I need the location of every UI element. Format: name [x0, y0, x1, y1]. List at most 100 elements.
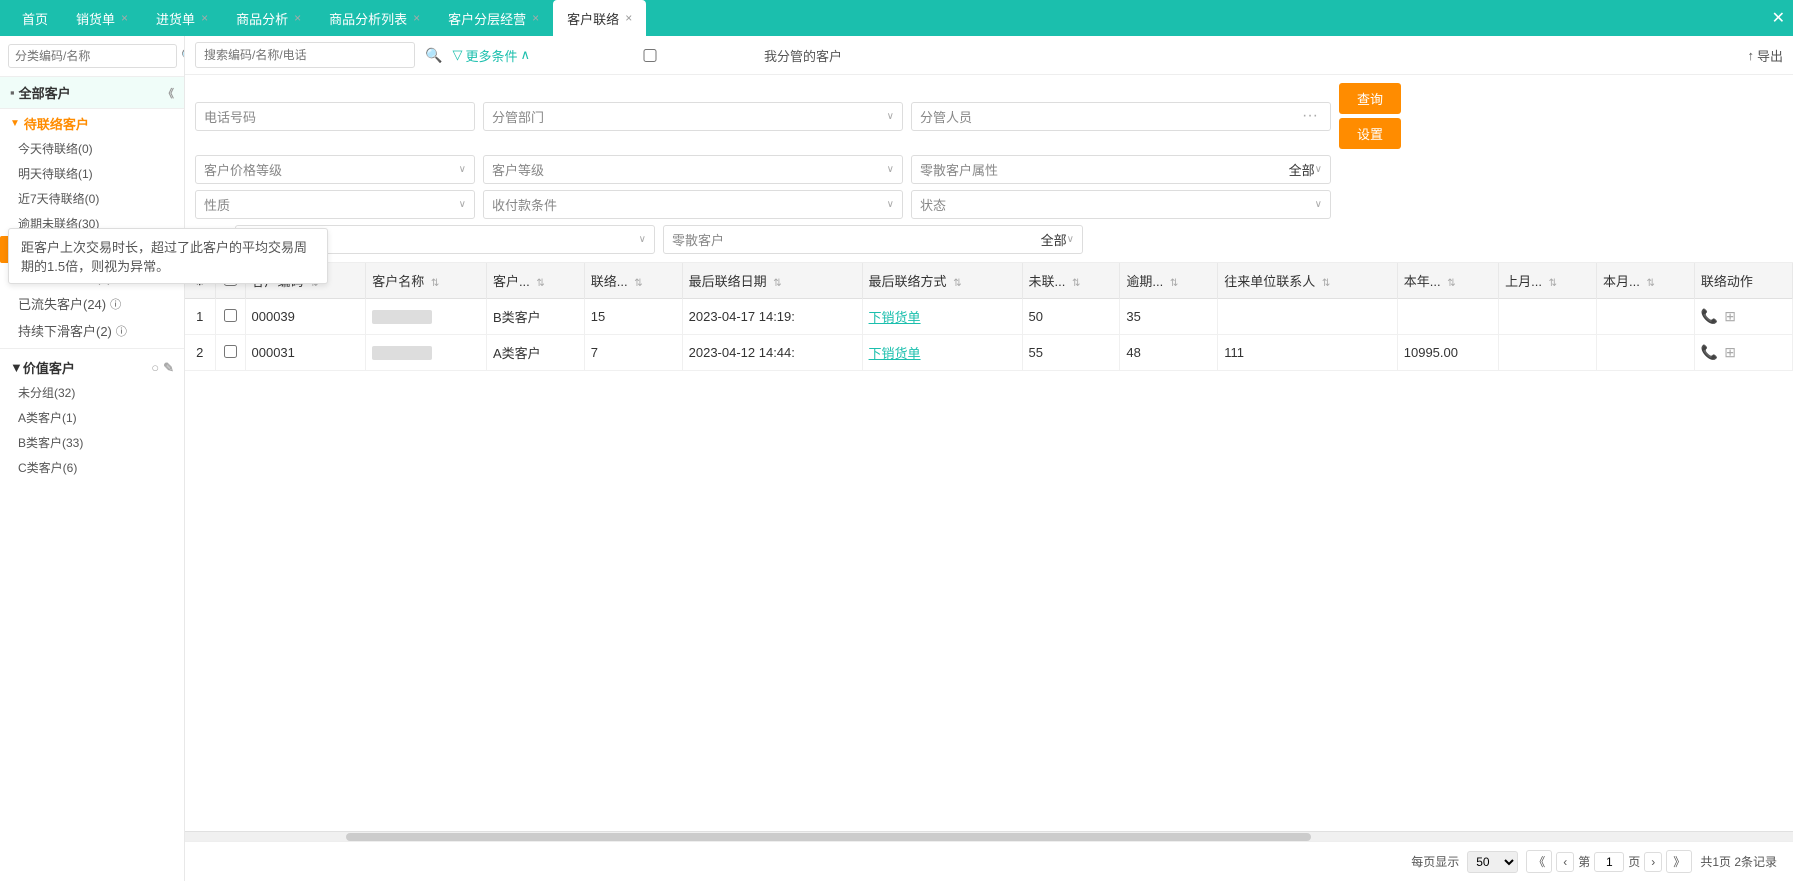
sort-contact-icon[interactable]: ⇅ [634, 278, 642, 289]
nav-home[interactable]: 首页 [8, 0, 62, 36]
my-customers-check[interactable]: 我分管的客户 [540, 46, 842, 65]
action-icons-2: 📞 ⊞ [1701, 344, 1786, 361]
th-name-label: 客户名称 [372, 274, 424, 289]
nav-customer-contact[interactable]: 客户联络 × [553, 0, 646, 36]
dept-field[interactable]: 分管部门 ∨ [483, 102, 903, 131]
sidebar-item-lost[interactable]: 已流失客户(24) ⓘ [0, 290, 184, 317]
phone-action-icon-2[interactable]: 📞 [1701, 344, 1718, 361]
prev-page-btn[interactable]: ‹ [1556, 852, 1574, 872]
sidebar-divider [0, 348, 184, 349]
retail-attr-value: 全部 [1289, 160, 1315, 179]
row-checkbox-2[interactable] [224, 345, 237, 358]
nav-sales[interactable]: 销货单 × [62, 0, 142, 36]
td-num-1: 1 [185, 299, 215, 335]
nav-sales-close[interactable]: × [121, 11, 128, 25]
retail-customer-value: 全部 [1041, 230, 1067, 249]
th-last-contact-method-label: 最后联络方式 [869, 274, 947, 289]
row-checkbox-1[interactable] [224, 309, 237, 322]
person-field[interactable]: 分管人员 ··· [911, 102, 1331, 131]
sort-related-icon[interactable]: ⇅ [1322, 278, 1330, 289]
nav-analysis-close[interactable]: × [294, 11, 301, 25]
sidebar-item-7days[interactable]: 近7天待联络(0) [0, 186, 184, 211]
sidebar-item-declining[interactable]: 持续下滑客户(2) ⓘ [0, 317, 184, 344]
settings-button[interactable]: 设置 [1339, 118, 1401, 149]
gender-field[interactable]: 性质 ∨ [195, 190, 475, 219]
sort-type-icon[interactable]: ⇅ [536, 278, 544, 289]
page-number-input[interactable] [1594, 852, 1624, 872]
gender-arrow: ∨ [459, 199, 466, 210]
filter-search-icon[interactable]: 🔍 [425, 47, 442, 64]
sort-overdue-icon[interactable]: ⇅ [1170, 278, 1178, 289]
retail-attr-field[interactable]: 零散客户属性 全部 ∨ [911, 155, 1331, 184]
td-code-1: 000039 [245, 299, 366, 335]
price-grade-field[interactable]: 客户价格等级 ∨ [195, 155, 475, 184]
td-method-2[interactable]: 下销货单 [862, 335, 1022, 371]
sort-uncontacted-icon[interactable]: ⇅ [1072, 278, 1080, 289]
retail-attr-label: 零散客户属性 [920, 160, 1285, 179]
nav-customer-tier[interactable]: 客户分层经营 × [434, 0, 553, 36]
retail-customer-field[interactable]: 零散客户 全部 ∨ [663, 225, 1083, 254]
sidebar-collapse-icon[interactable]: 《 [163, 85, 174, 101]
sidebar-item-today[interactable]: 今天待联络(0) [0, 136, 184, 161]
query-button[interactable]: 查询 [1339, 83, 1401, 114]
sort-year-icon[interactable]: ⇅ [1447, 278, 1455, 289]
table-scroll-bar[interactable] [185, 831, 1793, 841]
grid-action-icon-2[interactable]: ⊞ [1724, 344, 1736, 361]
adv-row-3: 性质 ∨ 收付款条件 ∨ 状态 ∨ [195, 190, 1783, 219]
more-conditions-label: 更多条件 [465, 46, 517, 65]
my-customers-checkbox[interactable] [540, 49, 760, 62]
nav-analysis[interactable]: 商品分析 × [222, 0, 315, 36]
td-method-1[interactable]: 下销货单 [862, 299, 1022, 335]
td-check-2[interactable] [215, 335, 245, 371]
nav-purchase[interactable]: 进货单 × [142, 0, 222, 36]
sidebar-item-c-class[interactable]: C类客户(6) [0, 455, 184, 480]
nav-analysis-list[interactable]: 商品分析列表 × [315, 0, 434, 36]
last-page-btn[interactable]: 》 [1666, 850, 1692, 873]
sort-lmonth-icon[interactable]: ⇅ [1549, 278, 1557, 289]
per-page-label: 每页显示 [1411, 853, 1459, 870]
sidebar-item-b-class[interactable]: B类客户(33) [0, 430, 184, 455]
export-button[interactable]: ↑ 导出 [1747, 46, 1783, 65]
per-page-select[interactable]: 50 100 [1467, 851, 1518, 873]
masked-name-2 [372, 346, 432, 360]
search-input[interactable] [195, 42, 415, 68]
sidebar-search-input[interactable] [8, 44, 177, 68]
nav-customer-tier-close[interactable]: × [532, 11, 539, 25]
phone-field[interactable]: 电话号码 [195, 102, 475, 131]
sidebar-item-ungrouped[interactable]: 未分组(32) [0, 380, 184, 405]
sidebar-pending-group-label: ▼ 待联络客户 [0, 109, 184, 136]
customer-grade-arrow: ∨ [887, 164, 894, 175]
value-settings-icon[interactable]: ✎ [163, 360, 174, 376]
status-field[interactable]: 状态 ∨ [911, 190, 1331, 219]
btn-group-right: 查询 设置 [1339, 83, 1401, 149]
sort-date-icon[interactable]: ⇅ [773, 278, 781, 289]
method-link-2[interactable]: 下销货单 [869, 346, 921, 361]
method-link-1[interactable]: 下销货单 [869, 310, 921, 325]
nav-purchase-close[interactable]: × [201, 11, 208, 25]
td-name-1 [366, 299, 487, 335]
window-close-button[interactable]: ✕ [1772, 8, 1785, 28]
table-header-row: ⚙ 客户编码 ⇅ 客户名称 ⇅ [185, 263, 1793, 299]
th-customer-type-label: 客户... [493, 274, 530, 289]
value-edit-icon[interactable]: ○ [151, 360, 159, 376]
payment-field[interactable]: 收付款条件 ∨ [483, 190, 903, 219]
content-area: 🔍 ▽ 更多条件 ∧ 我分管的客户 ↑ 导出 电话号码 [185, 36, 1793, 881]
next-page-btn[interactable]: › [1644, 852, 1662, 872]
sidebar-item-tomorrow[interactable]: 明天待联络(1) [0, 161, 184, 186]
sidebar-search-area: 🔍 [0, 36, 184, 77]
sidebar-item-a-class[interactable]: A类客户(1) [0, 405, 184, 430]
person-ellipsis[interactable]: ··· [1298, 107, 1322, 125]
td-uncontacted-2: 55 [1022, 335, 1120, 371]
td-check-1[interactable] [215, 299, 245, 335]
nav-customer-contact-close[interactable]: × [625, 11, 632, 25]
sort-month-icon[interactable]: ⇅ [1646, 278, 1654, 289]
more-conditions-btn[interactable]: ▽ 更多条件 ∧ [452, 46, 530, 65]
sort-method-icon[interactable]: ⇅ [953, 278, 961, 289]
customer-grade-field[interactable]: 客户等级 ∨ [483, 155, 903, 184]
sidebar-all-customers[interactable]: ▪ 全部客户 《 [0, 77, 184, 109]
phone-action-icon-1[interactable]: 📞 [1701, 308, 1718, 325]
nav-analysis-list-close[interactable]: × [413, 11, 420, 25]
first-page-btn[interactable]: 《 [1526, 850, 1552, 873]
grid-action-icon-1[interactable]: ⊞ [1724, 308, 1736, 325]
sort-name-icon[interactable]: ⇅ [431, 278, 439, 289]
